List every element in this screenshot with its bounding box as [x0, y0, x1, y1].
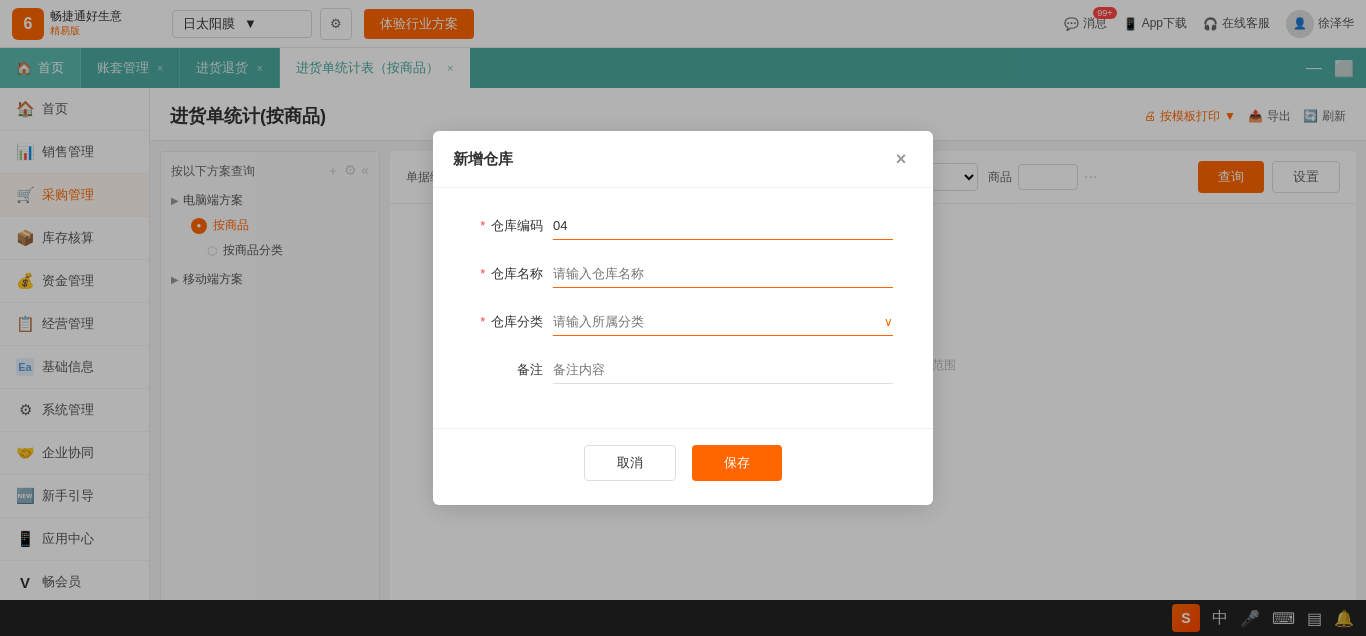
note-input[interactable] [553, 356, 893, 384]
warehouse-code-input[interactable] [553, 212, 893, 240]
modal-new-warehouse: 新增仓库 × * 仓库编码 * 仓库名称 [433, 131, 933, 505]
category-label: * 仓库分类 [473, 313, 543, 331]
cancel-button[interactable]: 取消 [584, 445, 676, 481]
form-row-category: * 仓库分类 ∨ [473, 308, 893, 336]
required-star: * [480, 218, 485, 233]
modal-close-button[interactable]: × [889, 147, 913, 171]
required-star-category: * [480, 314, 485, 329]
select-arrow-icon: ∨ [884, 315, 893, 329]
modal-header: 新增仓库 × [433, 131, 933, 188]
form-row-note: 备注 [473, 356, 893, 384]
modal-footer: 取消 保存 [433, 429, 933, 505]
modal-overlay[interactable]: 新增仓库 × * 仓库编码 * 仓库名称 [0, 0, 1366, 636]
code-label: * 仓库编码 [473, 217, 543, 235]
note-label: 备注 [473, 361, 543, 379]
required-star-name: * [480, 266, 485, 281]
name-label: * 仓库名称 [473, 265, 543, 283]
warehouse-name-input[interactable] [553, 260, 893, 288]
form-row-code: * 仓库编码 [473, 212, 893, 240]
category-select-wrap: ∨ [553, 308, 893, 336]
save-button[interactable]: 保存 [692, 445, 782, 481]
category-select-input[interactable] [553, 308, 884, 335]
form-row-name: * 仓库名称 [473, 260, 893, 288]
modal-title: 新增仓库 [453, 150, 513, 169]
modal-body: * 仓库编码 * 仓库名称 * 仓库分类 [433, 188, 933, 428]
